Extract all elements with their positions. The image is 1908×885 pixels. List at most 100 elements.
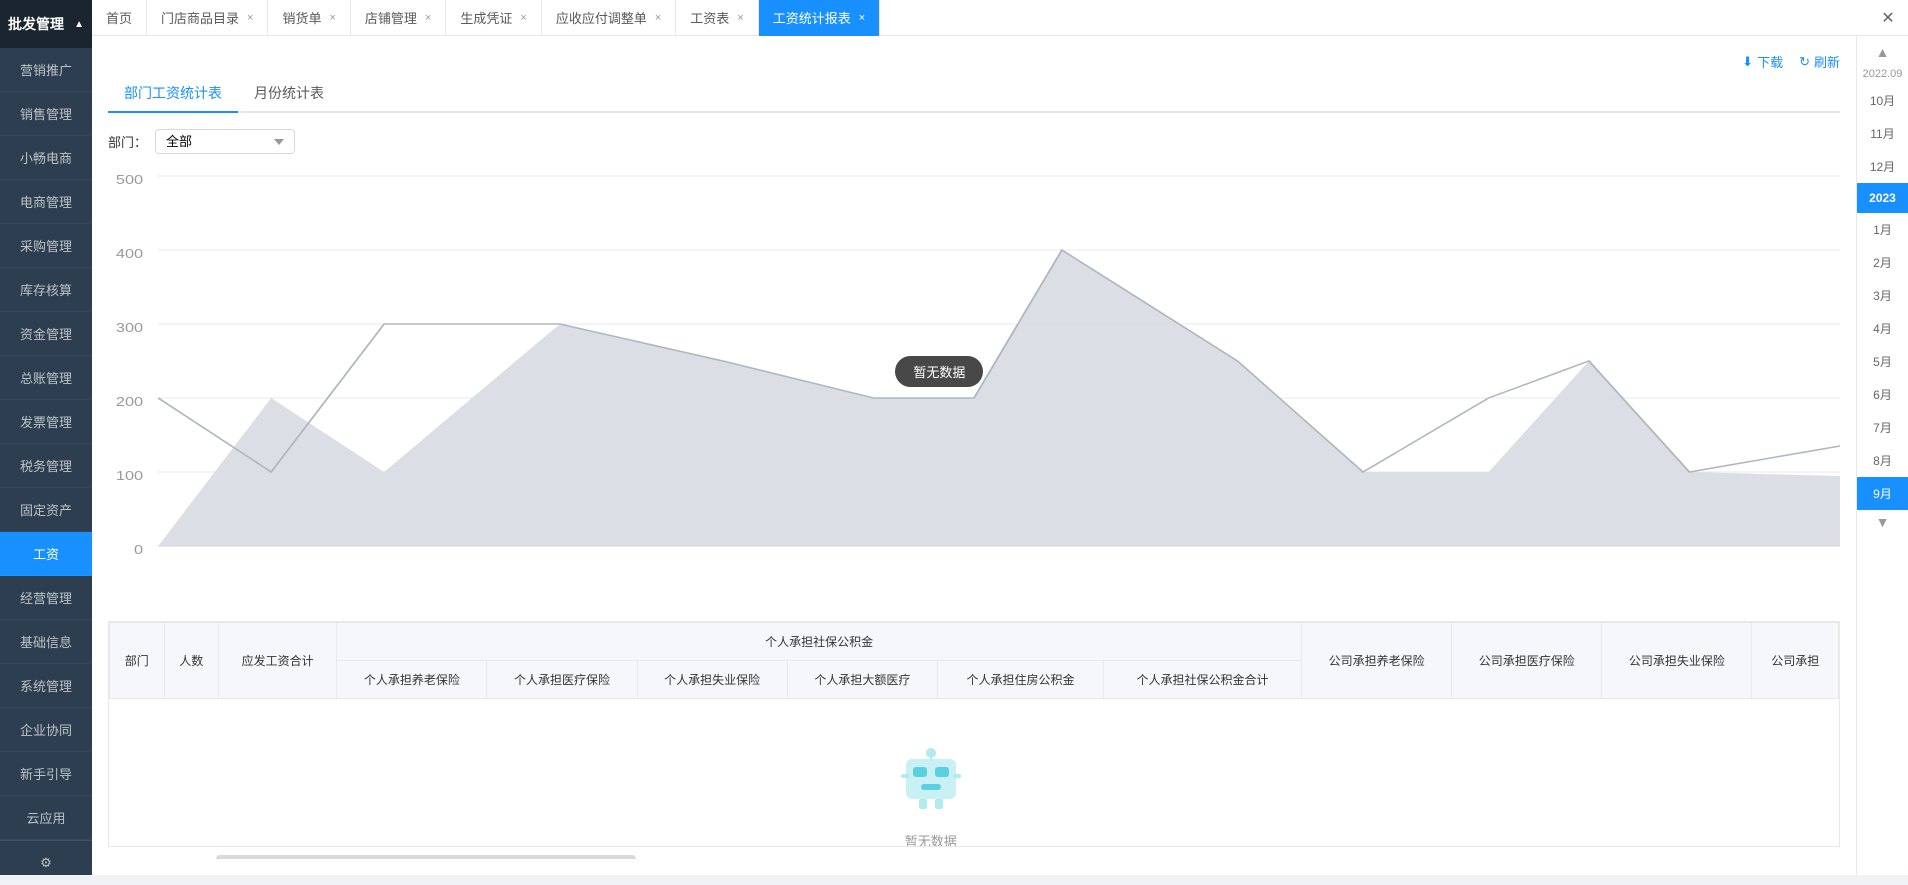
tab-label: 首页	[106, 8, 132, 27]
timeline-up-arrow[interactable]: ▲	[1871, 40, 1895, 64]
sidebar-item-税务管理[interactable]: 税务管理	[0, 444, 92, 488]
tab-门店商品目录[interactable]: 门店商品目录 ×	[147, 0, 268, 36]
th-personal-bigmedical: 个人承担大额医疗	[787, 661, 937, 699]
chart-area: 500 400 300 200 100 0	[108, 166, 1840, 609]
empty-state: 暂无数据	[110, 699, 1752, 847]
refresh-button[interactable]: ↻ 刷新	[1799, 52, 1840, 71]
svg-text:0: 0	[134, 543, 143, 557]
sidebar-item-销售管理[interactable]: 销售管理	[0, 92, 92, 136]
tab-label: 应收应付调整单	[556, 8, 647, 27]
table-scrollbar[interactable]	[216, 855, 636, 859]
tab-bar-end: ✕	[1876, 6, 1908, 30]
sidebar-item-营销推广[interactable]: 营销推广	[0, 48, 92, 92]
th-personal-total: 个人承担社保公积金合计	[1104, 661, 1302, 699]
sidebar-item-库存核算[interactable]: 库存核算	[0, 268, 92, 312]
tab-close-icon[interactable]: ×	[425, 12, 431, 24]
tab-close-icon[interactable]: ×	[247, 12, 253, 24]
th-company-pension: 公司承担养老保险	[1302, 623, 1452, 699]
timeline-item-feb[interactable]: 2月	[1857, 246, 1908, 279]
close-all-tabs-button[interactable]: ✕	[1876, 6, 1900, 30]
sidebar: 批发管理 ▲ 营销推广销售管理小畅电商电商管理采购管理库存核算资金管理总账管理发…	[0, 0, 92, 875]
tab-销货单[interactable]: 销货单 ×	[268, 0, 350, 36]
dept-select[interactable]: 全部	[155, 129, 295, 154]
sidebar-item-企业协同[interactable]: 企业协同	[0, 708, 92, 752]
settings-button[interactable]: ⚙	[0, 840, 92, 885]
sidebar-item-新手引导[interactable]: 新手引导	[0, 752, 92, 796]
th-personal-housingfund: 个人承担住房公积金	[937, 661, 1103, 699]
tab-close-icon[interactable]: ×	[329, 12, 335, 24]
timeline-item-jan[interactable]: 1月	[1857, 213, 1908, 246]
sidebar-item-工资[interactable]: 工资	[0, 532, 92, 576]
main-area: 首页门店商品目录×销货单×店铺管理×生成凭证×应收应付调整单×工资表×工资统计报…	[92, 0, 1908, 875]
empty-state-icon	[891, 739, 971, 819]
filter-left: 部门： 全部	[108, 129, 295, 154]
sidebar-item-电商管理[interactable]: 电商管理	[0, 180, 92, 224]
sidebar-item-经营管理[interactable]: 经营管理	[0, 576, 92, 620]
timeline-sidebar: ▲ 2022.09 10月 11月 12月 2023 1月 2月 3月 4月 5…	[1856, 36, 1908, 875]
th-company-medical: 公司承担医疗保险	[1452, 623, 1602, 699]
svg-text:300: 300	[116, 321, 143, 335]
timeline-down-arrow[interactable]: ▼	[1871, 510, 1895, 534]
th-salary-total: 应发工资合计	[219, 623, 337, 699]
svg-text:100: 100	[116, 469, 143, 483]
timeline-item-aug[interactable]: 8月	[1857, 444, 1908, 477]
timeline-year-2022-header: 2022.09	[1861, 64, 1905, 84]
sidebar-item-发票管理[interactable]: 发票管理	[0, 400, 92, 444]
sidebar-item-小畅电商[interactable]: 小畅电商	[0, 136, 92, 180]
sidebar-item-总账管理[interactable]: 总账管理	[0, 356, 92, 400]
timeline-item-mar[interactable]: 3月	[1857, 279, 1908, 312]
timeline-item-nov[interactable]: 11月	[1857, 117, 1908, 150]
sidebar-header[interactable]: 批发管理 ▲	[0, 0, 92, 48]
download-label: 下载	[1757, 52, 1783, 71]
svg-text:400: 400	[116, 247, 143, 261]
timeline-item-may[interactable]: 5月	[1857, 345, 1908, 378]
sub-tab-1[interactable]: 月份统计表	[238, 75, 340, 113]
sub-tabs: 部门工资统计表月份统计表	[108, 75, 1840, 113]
tab-label: 店铺管理	[365, 8, 417, 27]
th-headcount: 人数	[164, 623, 219, 699]
th-company-more: 公司承担	[1752, 623, 1839, 699]
dept-label: 部门：	[108, 132, 147, 151]
th-personal-unemploy: 个人承担失业保险	[637, 661, 787, 699]
timeline-item-oct[interactable]: 10月	[1857, 84, 1908, 117]
tab-工资统计报表[interactable]: 工资统计报表 ×	[759, 0, 880, 36]
tab-close-icon[interactable]: ×	[859, 12, 865, 24]
sidebar-item-系统管理[interactable]: 系统管理	[0, 664, 92, 708]
sidebar-item-资金管理[interactable]: 资金管理	[0, 312, 92, 356]
tab-close-icon[interactable]: ×	[520, 12, 526, 24]
sub-tab-0[interactable]: 部门工资统计表	[108, 75, 238, 113]
table-scrollbar-container[interactable]	[108, 851, 1840, 859]
timeline-item-dec[interactable]: 12月	[1857, 150, 1908, 183]
tab-close-icon[interactable]: ×	[737, 12, 743, 24]
timeline-item-jun[interactable]: 6月	[1857, 378, 1908, 411]
sidebar-item-固定资产[interactable]: 固定资产	[0, 488, 92, 532]
th-personal-medical: 个人承担医疗保险	[487, 661, 637, 699]
data-table: 部门 人数 应发工资合计 个人承担社保公积金 公司承担养老保险 公司承担医疗保险…	[109, 622, 1839, 847]
tab-生成凭证[interactable]: 生成凭证×	[446, 0, 541, 36]
timeline-item-sep[interactable]: 9月	[1857, 477, 1908, 510]
timeline-year-2023[interactable]: 2023	[1857, 183, 1908, 213]
sidebar-item-采购管理[interactable]: 采购管理	[0, 224, 92, 268]
tab-label: 门店商品目录	[161, 8, 239, 27]
tab-label: 工资统计报表	[773, 8, 851, 27]
tab-店铺管理[interactable]: 店铺管理 ×	[351, 0, 446, 36]
refresh-icon: ↻	[1799, 54, 1810, 70]
sidebar-item-云应用[interactable]: 云应用	[0, 796, 92, 840]
tab-label: 工资表	[690, 8, 729, 27]
timeline-item-apr[interactable]: 4月	[1857, 312, 1908, 345]
download-icon: ⬇	[1742, 54, 1753, 70]
inner-content: ⬇ 下载 ↻ 刷新 部门工资统计表月份统计表 部门： 全部	[92, 36, 1856, 875]
tab-应收应付调整单[interactable]: 应收应付调整单 ×	[542, 0, 676, 36]
refresh-label: 刷新	[1814, 52, 1840, 71]
timeline-item-jul[interactable]: 7月	[1857, 411, 1908, 444]
tab-bar: 首页门店商品目录×销货单×店铺管理×生成凭证×应收应付调整单×工资表×工资统计报…	[92, 0, 1908, 36]
tab-label: 销货单	[282, 8, 321, 27]
filter-toolbar: 部门： 全部	[108, 129, 1840, 154]
sidebar-title: 批发管理	[8, 14, 64, 34]
sidebar-collapse-arrow: ▲	[74, 19, 84, 30]
tab-首页[interactable]: 首页	[92, 0, 147, 36]
download-button[interactable]: ⬇ 下载	[1742, 52, 1783, 71]
tab-close-icon[interactable]: ×	[655, 12, 661, 24]
sidebar-item-基础信息[interactable]: 基础信息	[0, 620, 92, 664]
tab-工资表[interactable]: 工资表 ×	[676, 0, 758, 36]
